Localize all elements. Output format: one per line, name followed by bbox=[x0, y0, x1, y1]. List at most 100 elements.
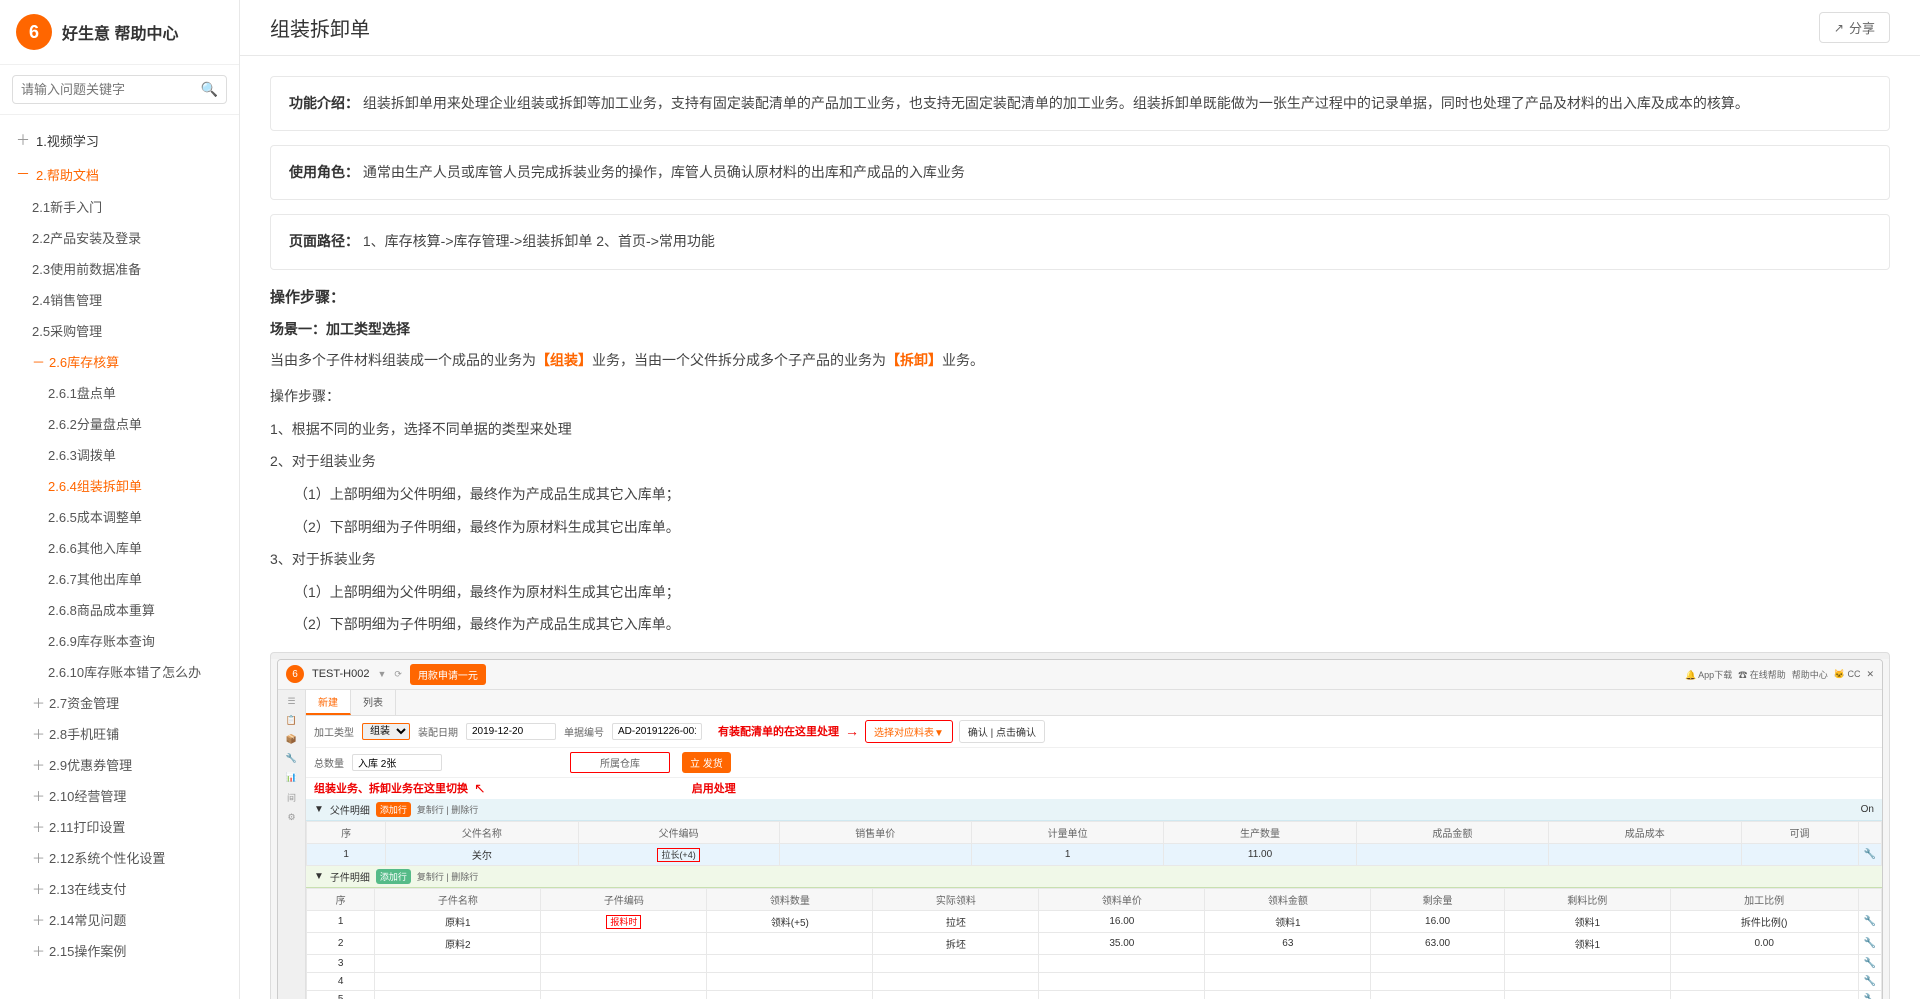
mock-form-row-2: 总数量 所属仓库 立 发货 bbox=[306, 748, 1882, 778]
sidebar-item-online-pay[interactable]: ＋ 2.13在线支付 bbox=[0, 873, 239, 904]
mock-type-select[interactable]: 组装 拆卸 bbox=[362, 723, 410, 740]
step2-sub1: （1）上部明细为父件明细，最终作为产成品生成其它入库单； bbox=[270, 481, 1890, 508]
sidebar-item-print[interactable]: ＋ 2.11打印设置 bbox=[0, 811, 239, 842]
mock-screen: 6 TEST-H002 ▼ ⟳ 用款申请一元 🔔 App下载 ☎ 在线帮助 帮助… bbox=[277, 659, 1883, 999]
sidebar-item-ledger-error[interactable]: 2.6.10库存账本错了怎么办 bbox=[0, 656, 239, 687]
mock-main-content: 新建 列表 加工类型 组装 拆卸 bbox=[306, 690, 1882, 999]
mock-annotation-1: 有装配清单的在这里处理 → 选择对应料表▼ 确认 | 点击确认 bbox=[718, 720, 1045, 743]
sidebar-item-system[interactable]: ＋ 2.12系统个性化设置 bbox=[0, 842, 239, 873]
sidebar-item-mobile[interactable]: ＋ 2.8手机旺铺 bbox=[0, 718, 239, 749]
sidebar-item-cases[interactable]: ＋ 2.15操作案例 bbox=[0, 935, 239, 966]
mock-qty-label: 总数量 bbox=[314, 755, 344, 770]
func-intro-block: 功能介绍： 组装拆卸单用来处理企业组装或拆卸等加工业务，支持有固定装配清单的产品… bbox=[270, 76, 1890, 131]
role-block: 使用角色： 通常由生产人员或库管人员完成拆装业务的操作，库管人员确认原材料的出库… bbox=[270, 145, 1890, 200]
sidebar-item-inventory-ledger[interactable]: 2.6.9库存账本查询 bbox=[0, 625, 239, 656]
expand-icon: ＋ bbox=[16, 130, 30, 150]
sidebar-item-other-inbound[interactable]: 2.6.6其他入库单 bbox=[0, 532, 239, 563]
sidebar-item-ops[interactable]: ＋ 2.10经营管理 bbox=[0, 780, 239, 811]
table-row: 4🔧 bbox=[307, 972, 1882, 990]
nav-tree: ＋ 1.视频学习 － 2.帮助文档 2.1新手入门 2.2产品安装及登录 2.3… bbox=[0, 115, 239, 999]
mock-no-input[interactable] bbox=[612, 723, 702, 740]
sidebar-item-cost-recalc[interactable]: 2.6.8商品成本重算 bbox=[0, 594, 239, 625]
logo-icon: 6 bbox=[16, 14, 52, 50]
mock-no-label: 单据编号 bbox=[564, 724, 604, 739]
table-row: 5🔧 bbox=[307, 990, 1882, 999]
search-area: 🔍 bbox=[0, 65, 239, 115]
table-row: 1 关尔 拉长(+4) 1 11.00 bbox=[307, 843, 1882, 865]
mock-warehouse-annotation: 所属仓库 bbox=[570, 752, 670, 773]
sidebar-item-coupon[interactable]: ＋ 2.9优惠券管理 bbox=[0, 749, 239, 780]
page-header: 组装拆卸单 ↗ 分享 bbox=[240, 0, 1920, 56]
sidebar-item-stocktake[interactable]: 2.6.1盘点单 bbox=[0, 377, 239, 408]
sidebar-item-help-docs[interactable]: － 2.帮助文档 bbox=[0, 157, 239, 191]
mock-date-label: 装配日期 bbox=[418, 724, 458, 739]
sidebar-item-data-prep[interactable]: 2.3使用前数据准备 bbox=[0, 253, 239, 284]
func-intro-label: 功能介绍： bbox=[289, 95, 359, 111]
search-box[interactable]: 🔍 bbox=[12, 75, 227, 104]
sidebar-item-video[interactable]: ＋ 1.视频学习 bbox=[0, 123, 239, 157]
mock-confirm-btn[interactable]: 确认 | 点击确认 bbox=[959, 720, 1045, 743]
step3: 3、对于拆装业务 bbox=[270, 546, 1890, 573]
mock-section-header-top: ▼ 父件明细 添加行 复制行 | 删除行 On bbox=[306, 799, 1882, 821]
page-title: 组装拆卸单 bbox=[270, 13, 370, 42]
role-text: 通常由生产人员或库管人员完成拆装业务的操作，库管人员确认原材料的出库和产成品的入… bbox=[363, 164, 965, 180]
annotation-text-1: 有装配清单的在这里处理 bbox=[718, 723, 839, 739]
path-block: 页面路径： 1、库存核算->库存管理->组装拆卸单 2、首页->常用功能 bbox=[270, 214, 1890, 269]
table-row: 3🔧 bbox=[307, 954, 1882, 972]
sidebar-item-newcomer[interactable]: 2.1新手入门 bbox=[0, 191, 239, 222]
sidebar-item-sales[interactable]: 2.4销售管理 bbox=[0, 284, 239, 315]
step3-sub1: （1）上部明细为父件明细，最终作为原材料生成其它出库单； bbox=[270, 579, 1890, 606]
search-input[interactable] bbox=[21, 82, 201, 97]
logo-area: 6 好生意 帮助中心 bbox=[0, 0, 239, 65]
mock-section-header-bottom: ▼ 子件明细 添加行 复制行 | 删除行 bbox=[306, 866, 1882, 888]
sidebar-item-assembly[interactable]: 2.6.4组装拆卸单 bbox=[0, 470, 239, 501]
mock-date-input[interactable] bbox=[466, 723, 556, 740]
step2-sub2: （2）下部明细为子件明细，最终作为原材料生成其它出库单。 bbox=[270, 514, 1890, 541]
mock-body: ☰ 📋 📦 🔧 📊 间 ⚙ 新建 bbox=[278, 690, 1882, 999]
mock-left-nav: ☰ 📋 📦 🔧 📊 间 ⚙ bbox=[278, 690, 306, 999]
sidebar-item-cost-adjust[interactable]: 2.6.5成本调整单 bbox=[0, 501, 239, 532]
sidebar-item-transfer[interactable]: 2.6.3调拨单 bbox=[0, 439, 239, 470]
step3-sub2: （2）下部明细为子件明细，最终作为产成品生成其它入库单。 bbox=[270, 611, 1890, 638]
mock-titlebar: 6 TEST-H002 ▼ ⟳ 用款申请一元 🔔 App下载 ☎ 在线帮助 帮助… bbox=[278, 660, 1882, 690]
search-button[interactable]: 🔍 bbox=[201, 81, 218, 98]
mock-annotation-row-2: 组装业务、拆卸业务在这里切换 ↖ 启用处理 bbox=[306, 778, 1882, 799]
ops-title: 操作步骤： bbox=[270, 286, 1890, 307]
mock-tab-new[interactable]: 新建 bbox=[306, 690, 351, 715]
step2: 2、对于组装业务 bbox=[270, 448, 1890, 475]
mock-type-label: 加工类型 bbox=[314, 724, 354, 739]
sidebar-item-other-outbound[interactable]: 2.6.7其他出库单 bbox=[0, 563, 239, 594]
mock-qty-input[interactable] bbox=[352, 754, 442, 771]
mock-order-btn[interactable]: 用款申请一元 bbox=[410, 664, 486, 685]
mock-title: TEST-H002 bbox=[312, 668, 369, 680]
sidebar-item-faq[interactable]: ＋ 2.14常见问题 bbox=[0, 904, 239, 935]
mock-logo: 6 bbox=[286, 665, 304, 683]
role-label: 使用角色： bbox=[289, 164, 359, 180]
mock-confirm-btn-2[interactable]: 立 发货 bbox=[682, 752, 731, 773]
main-content-area: 组装拆卸单 ↗ 分享 功能介绍： 组装拆卸单用来处理企业组装或拆卸等加工业务，支… bbox=[240, 0, 1920, 999]
collapse-icon: － bbox=[16, 164, 30, 184]
step1: 1、根据不同的业务，选择不同单据的类型来处理 bbox=[270, 416, 1890, 443]
share-button[interactable]: ↗ 分享 bbox=[1819, 12, 1890, 43]
mock-sync-icon: ⟳ bbox=[394, 669, 402, 680]
mock-bottom-table: 序 子件名称 子件编码 领料数量 实际领料 领料单价 领料金额 剩余量 剩料比例 bbox=[306, 888, 1882, 999]
screenshot-inner: 6 TEST-H002 ▼ ⟳ 用款申请一元 🔔 App下载 ☎ 在线帮助 帮助… bbox=[271, 659, 1889, 999]
scene1-title: 场景一：加工类型选择 bbox=[270, 319, 1890, 339]
mock-topright: 🔔 App下载 ☎ 在线帮助 帮助中心 🐱 CC ✕ bbox=[1685, 668, 1874, 681]
sidebar: 6 好生意 帮助中心 🔍 ＋ 1.视频学习 － 2.帮助文档 2.1新手入门 2… bbox=[0, 0, 240, 999]
table-row: 1 原料1 报料时 领料(+5) 拉坯 16.00 领料1 bbox=[307, 910, 1882, 932]
sidebar-item-finance[interactable]: ＋ 2.7资金管理 bbox=[0, 687, 239, 718]
step-ops-label: 操作步骤： bbox=[270, 383, 1890, 410]
sidebar-item-partial-stocktake[interactable]: 2.6.2分量盘点单 bbox=[0, 408, 239, 439]
content-body: 功能介绍： 组装拆卸单用来处理企业组装或拆卸等加工业务，支持有固定装配清单的产品… bbox=[240, 56, 1920, 999]
mock-tab-list[interactable]: 列表 bbox=[351, 690, 396, 715]
sidebar-item-inventory[interactable]: － 2.6库存核算 bbox=[0, 346, 239, 377]
logo-title: 好生意 帮助中心 bbox=[62, 20, 178, 44]
sidebar-item-install[interactable]: 2.2产品安装及登录 bbox=[0, 222, 239, 253]
mock-subtitle: ▼ bbox=[377, 669, 386, 679]
scene1-steps: 操作步骤： 1、根据不同的业务，选择不同单据的类型来处理 2、对于组装业务 （1… bbox=[270, 383, 1890, 638]
sidebar-item-purchase[interactable]: 2.5采购管理 bbox=[0, 315, 239, 346]
scene1-desc: 当由多个子件材料组装成一个成品的业务为【组装】业务，当由一个父件拆分成多个子产品… bbox=[270, 347, 1890, 374]
mock-select-table-btn[interactable]: 选择对应料表▼ bbox=[865, 720, 953, 743]
annotation-text-2: 组装业务、拆卸业务在这里切换 bbox=[314, 780, 468, 796]
